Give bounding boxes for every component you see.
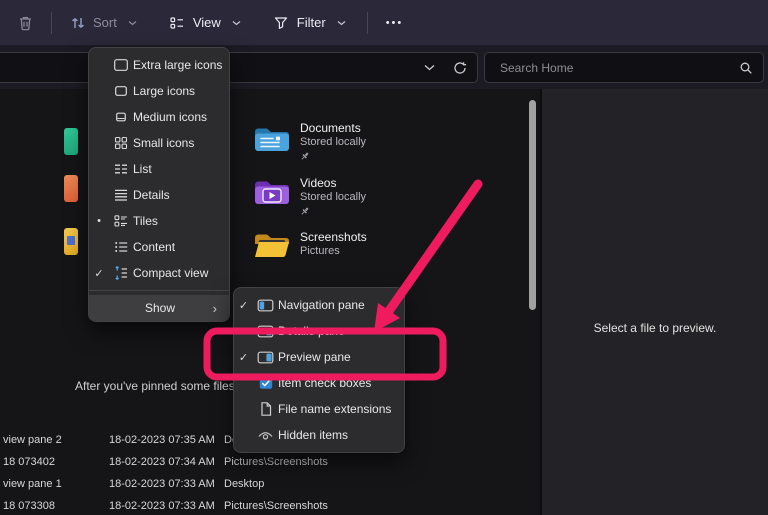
small-icons-icon	[109, 135, 133, 151]
chevron-down-icon	[333, 14, 350, 31]
file-name: 18 073308	[3, 500, 55, 512]
quick-access-item-subtitle: Stored locally	[300, 136, 366, 148]
search-box[interactable]	[484, 52, 764, 83]
selected-bullet: •	[89, 215, 109, 227]
check-icon: ✓	[89, 267, 109, 280]
item-check-boxes-icon	[253, 376, 278, 391]
menu-item-compact-view[interactable]: ✓ Compact view	[89, 260, 229, 286]
file-location: Pictures\Screenshots	[224, 500, 328, 512]
view-button[interactable]: View	[160, 8, 254, 37]
menu-separator	[89, 290, 229, 291]
file-date: 18-02-2023 07:33 AM	[109, 500, 215, 512]
hidden-items-eye-icon	[253, 428, 278, 442]
menu-item-details[interactable]: Details	[89, 182, 229, 208]
menu-item-small-icons[interactable]: Small icons	[89, 130, 229, 156]
check-icon: ✓	[234, 351, 253, 364]
submenu-item-item-check-boxes[interactable]: Item check boxes	[234, 370, 404, 396]
file-name-extensions-icon	[253, 401, 278, 417]
details-icon	[109, 187, 133, 203]
content-icon	[109, 239, 133, 255]
submenu-item-hidden-items[interactable]: Hidden items	[234, 422, 404, 448]
menu-item-medium-icons[interactable]: Medium icons	[89, 104, 229, 130]
screenshots-folder-icon[interactable]	[253, 229, 291, 259]
menu-item-list[interactable]: List	[89, 156, 229, 182]
view-icon	[169, 14, 186, 31]
quick-access-item-name[interactable]: Screenshots	[300, 230, 367, 244]
preview-pane: Select a file to preview.	[540, 89, 768, 515]
sort-label: Sort	[93, 15, 117, 30]
quick-access-item-subtitle: Stored locally	[300, 191, 366, 203]
address-dropdown-chevron-icon[interactable]	[424, 64, 435, 71]
file-location: Pictures\Screenshots	[224, 456, 328, 468]
submenu-item-preview-pane[interactable]: ✓ Preview pane	[234, 344, 404, 370]
documents-folder-icon[interactable]	[253, 123, 291, 153]
menu-item-large-icons[interactable]: Large icons	[89, 78, 229, 104]
vertical-scrollbar[interactable]	[529, 100, 536, 310]
pin-icon	[300, 206, 310, 216]
sort-button[interactable]: Sort	[60, 8, 150, 37]
toolbar-separator	[51, 12, 52, 34]
compact-view-icon	[109, 265, 133, 281]
check-icon: ✓	[234, 299, 253, 312]
details-pane-icon	[253, 324, 278, 339]
file-name: 18 073402	[3, 456, 55, 468]
videos-folder-icon[interactable]	[253, 176, 291, 206]
quick-access-item-subtitle: Pictures	[300, 245, 340, 257]
view-dropdown-menu: Extra large icons Large icons Medium ico…	[88, 47, 230, 322]
sort-arrows-icon	[69, 14, 86, 31]
pin-icon	[300, 151, 310, 161]
file-row[interactable]: 18 073308 18-02-2023 07:33 AM Pictures\S…	[0, 500, 540, 515]
delete-button[interactable]	[8, 8, 43, 37]
extra-large-icons-icon	[109, 57, 133, 73]
search-icon[interactable]	[739, 61, 753, 75]
folder-stub-green	[64, 128, 78, 155]
menu-item-tiles[interactable]: • Tiles	[89, 208, 229, 234]
file-row[interactable]: 18 073402 18-02-2023 07:34 AM Pictures\S…	[0, 456, 540, 472]
tiles-icon	[109, 213, 133, 229]
menu-item-content[interactable]: Content	[89, 234, 229, 260]
chevron-down-icon	[228, 14, 245, 31]
medium-icons-icon	[109, 109, 133, 125]
file-date: 18-02-2023 07:35 AM	[109, 434, 215, 446]
filter-label: Filter	[297, 15, 326, 30]
submenu-chevron-icon: ›	[213, 301, 217, 316]
search-input[interactable]	[498, 60, 739, 76]
more-options-button[interactable]: •••	[376, 11, 414, 35]
navigation-pane-icon	[253, 298, 278, 313]
submenu-item-file-name-extensions[interactable]: File name extensions	[234, 396, 404, 422]
preview-message: Select a file to preview.	[542, 321, 768, 335]
menu-item-show[interactable]: Show ›	[89, 295, 229, 321]
file-location: Desktop	[224, 478, 264, 490]
large-icons-icon	[109, 83, 133, 99]
address-bar[interactable]	[0, 52, 478, 83]
trash-icon	[17, 14, 34, 31]
preview-pane-icon	[253, 350, 278, 365]
file-date: 18-02-2023 07:34 AM	[109, 456, 215, 468]
list-icon	[109, 161, 133, 177]
refresh-icon[interactable]	[453, 61, 467, 75]
folder-stub-orange	[64, 175, 78, 202]
chevron-down-icon	[124, 14, 141, 31]
submenu-item-details-pane[interactable]: Details pane	[234, 318, 404, 344]
toolbar-separator	[367, 12, 368, 34]
file-name: view pane 2	[3, 434, 62, 446]
folder-stub-yellow	[64, 228, 78, 255]
file-name: view pane 1	[3, 478, 62, 490]
filter-funnel-icon	[273, 14, 290, 31]
command-bar: Sort View Filter	[0, 0, 768, 45]
quick-access-item-name[interactable]: Videos	[300, 176, 336, 190]
menu-item-extra-large-icons[interactable]: Extra large icons	[89, 52, 229, 78]
view-label: View	[193, 15, 221, 30]
file-date: 18-02-2023 07:33 AM	[109, 478, 215, 490]
file-explorer-window: Sort View Filter	[0, 0, 768, 515]
file-row[interactable]: view pane 1 18-02-2023 07:33 AM Desktop	[0, 478, 540, 494]
filter-button[interactable]: Filter	[264, 8, 359, 37]
submenu-item-navigation-pane[interactable]: ✓ Navigation pane	[234, 292, 404, 318]
show-submenu: ✓ Navigation pane Details pane ✓ Preview…	[233, 287, 405, 453]
quick-access-item-name[interactable]: Documents	[300, 121, 361, 135]
